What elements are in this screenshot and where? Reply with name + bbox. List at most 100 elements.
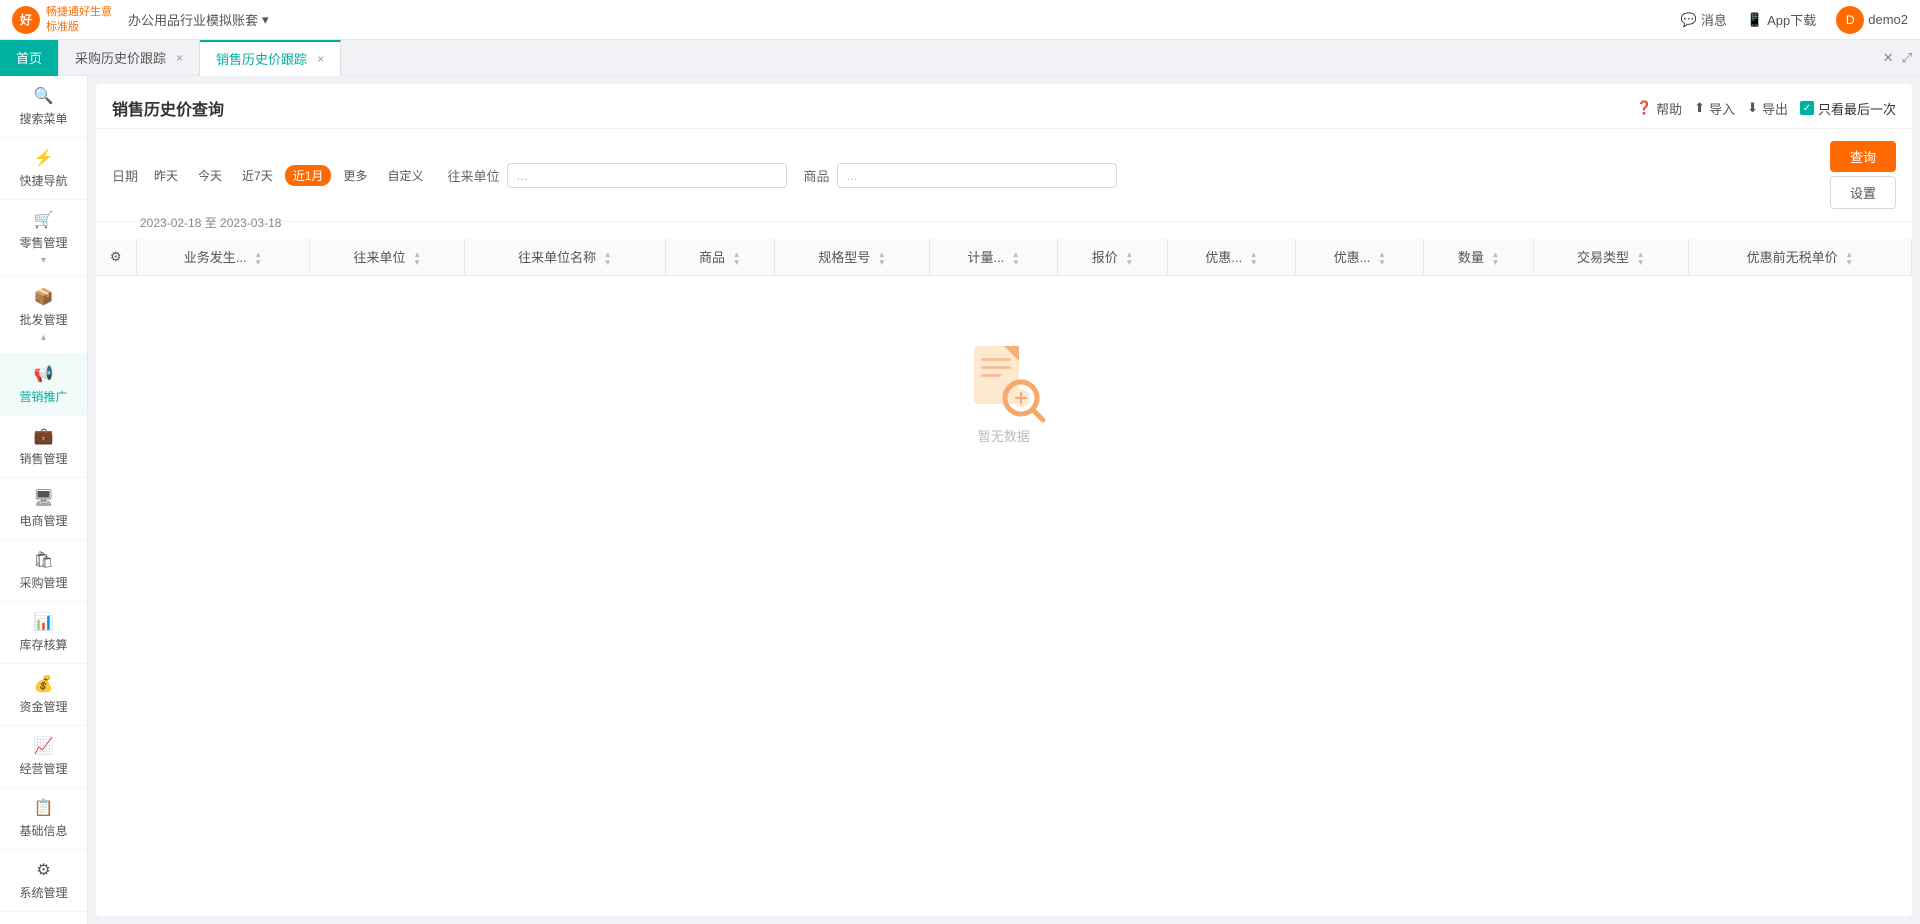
sidebar-item-inventory[interactable]: 📊 库存核算 bbox=[0, 602, 87, 664]
sort-icon: ▲▼ bbox=[1492, 251, 1500, 267]
sort-icon: ▲▼ bbox=[254, 251, 262, 267]
page-header-actions: ❓ 帮助 ⬆ 导入 ⬇ 导出 ✓ 只看最后一次 bbox=[1636, 99, 1896, 118]
import-button[interactable]: ⬆ 导入 bbox=[1694, 99, 1735, 118]
sidebar-item-sales-mgmt[interactable]: 💼 销售管理 bbox=[0, 416, 87, 478]
export-button[interactable]: ⬇ 导出 bbox=[1747, 99, 1788, 118]
sidebar-item-shortcut[interactable]: ⚡ 快捷导航 bbox=[0, 138, 87, 200]
tab-home[interactable]: 首页 bbox=[0, 40, 59, 76]
user-area[interactable]: D demo2 bbox=[1836, 6, 1908, 34]
sidebar-basic-label: 基础信息 bbox=[19, 822, 67, 839]
sidebar-item-operations[interactable]: 📈 经营管理 bbox=[0, 726, 87, 788]
date-opt-last1m[interactable]: 近1月 bbox=[285, 165, 332, 186]
sidebar-item-corp[interactable]: 🤝 企业协同 bbox=[0, 912, 87, 924]
tab-sales-history[interactable]: 销售历史价跟踪 × bbox=[200, 40, 341, 76]
col-product[interactable]: 商品 ▲▼ bbox=[665, 239, 774, 275]
sidebar-item-system[interactable]: ⚙ 系统管理 bbox=[0, 850, 87, 912]
table-header-row: ⚙ 业务发生... ▲▼ 往来单位 ▲▼ 往来单位名称 ▲ bbox=[96, 239, 1912, 275]
close-window-icon[interactable]: ✕ bbox=[1883, 50, 1894, 66]
company-selector[interactable]: 办公用品行业模拟账套 ▾ bbox=[120, 6, 277, 33]
sidebar-item-marketing[interactable]: 📢 营销推广 bbox=[0, 354, 87, 416]
sidebar-finance-label: 资金管理 bbox=[19, 698, 67, 715]
shortcut-icon: ⚡ bbox=[34, 148, 54, 168]
sidebar-retail-label: 零售管理 bbox=[19, 234, 67, 251]
header-right: 💬 消息 📱 App下载 D demo2 bbox=[1681, 6, 1908, 34]
col-biz-date[interactable]: 业务发生... ▲▼ bbox=[136, 239, 310, 275]
product-filter-group: 商品 ... bbox=[803, 163, 1117, 188]
app-download-action[interactable]: 📱 App下载 bbox=[1747, 10, 1816, 29]
message-action[interactable]: 💬 消息 bbox=[1681, 10, 1727, 29]
partner-input[interactable]: ... bbox=[507, 163, 787, 188]
col-discount1[interactable]: 优惠... ▲▼ bbox=[1167, 239, 1295, 275]
sidebar-item-retail[interactable]: 🛒 零售管理 ▾ bbox=[0, 200, 87, 277]
query-button[interactable]: 查询 bbox=[1830, 141, 1896, 172]
sidebar-purchase-label: 采购管理 bbox=[19, 574, 67, 591]
col-price[interactable]: 报价 ▲▼ bbox=[1058, 239, 1167, 275]
tab-bar: 首页 采购历史价跟踪 × 销售历史价跟踪 × ✕ ⤢ bbox=[0, 40, 1920, 76]
checkbox-checked-icon: ✓ bbox=[1800, 101, 1814, 115]
sort-icon: ▲▼ bbox=[1012, 251, 1020, 267]
filter-area: 日期 昨天 今天 近7天 近1月 更多 自定义 往来单位 ... bbox=[96, 129, 1912, 222]
sidebar-item-purchase[interactable]: 🛍 采购管理 bbox=[0, 540, 87, 602]
col-settings[interactable]: ⚙ bbox=[96, 239, 136, 275]
date-opt-custom[interactable]: 自定义 bbox=[379, 165, 431, 186]
home-tab-label: 首页 bbox=[16, 48, 42, 67]
tab-sales-history-close[interactable]: × bbox=[317, 52, 324, 66]
col-discount2[interactable]: 优惠... ▲▼ bbox=[1296, 239, 1424, 275]
empty-illustration bbox=[959, 336, 1049, 426]
wholesale-icon: 📦 bbox=[34, 287, 54, 307]
content-area: 销售历史价查询 ❓ 帮助 ⬆ 导入 ⬇ 导出 ✓ bbox=[88, 76, 1920, 924]
col-tax-free-price[interactable]: 优惠前无税单价 ▲▼ bbox=[1688, 239, 1911, 275]
sidebar-item-ecommerce[interactable]: 🖥 电商管理 bbox=[0, 478, 87, 540]
date-opt-today[interactable]: 今天 bbox=[190, 165, 230, 186]
sidebar-item-basic[interactable]: 📋 基础信息 bbox=[0, 788, 87, 850]
col-partner-name[interactable]: 往来单位名称 ▲▼ bbox=[465, 239, 665, 275]
sidebar-marketing-label: 营销推广 bbox=[19, 388, 67, 405]
col-unit[interactable]: 计量... ▲▼ bbox=[929, 239, 1057, 275]
date-opt-last7[interactable]: 近7天 bbox=[234, 165, 281, 186]
tab-purchase-history-close[interactable]: × bbox=[176, 51, 183, 65]
col-quantity[interactable]: 数量 ▲▼ bbox=[1424, 239, 1533, 275]
col-partner-code[interactable]: 往来单位 ▲▼ bbox=[310, 239, 465, 275]
sort-icon: ▲▼ bbox=[1637, 251, 1645, 267]
partner-filter-label: 往来单位 bbox=[447, 166, 499, 185]
top-header: 好 畅捷通好生意 标准版 办公用品行业模拟账套 ▾ 💬 消息 📱 App下载 D… bbox=[0, 0, 1920, 40]
logo-area: 好 畅捷通好生意 标准版 bbox=[12, 5, 112, 34]
date-opt-more[interactable]: 更多 bbox=[335, 165, 375, 186]
tab-purchase-history[interactable]: 采购历史价跟踪 × bbox=[59, 40, 200, 76]
sidebar-item-search[interactable]: 🔍 搜索菜单 bbox=[0, 76, 87, 138]
maximize-icon[interactable]: ⤢ bbox=[1902, 50, 1912, 66]
sidebar-ecommerce-label: 电商管理 bbox=[19, 512, 67, 529]
purchase-icon: 🛍 bbox=[33, 550, 53, 570]
sidebar-item-wholesale[interactable]: 📦 批发管理 ▴ bbox=[0, 277, 87, 354]
date-opt-yesterday[interactable]: 昨天 bbox=[146, 165, 186, 186]
page-header: 销售历史价查询 ❓ 帮助 ⬆ 导入 ⬇ 导出 ✓ bbox=[96, 84, 1912, 129]
sidebar-system-label: 系统管理 bbox=[19, 884, 67, 901]
settings-button[interactable]: 设置 bbox=[1830, 176, 1896, 209]
sort-icon: ▲▼ bbox=[1125, 251, 1133, 267]
product-input[interactable]: ... bbox=[837, 163, 1117, 188]
date-filter-label: 日期 bbox=[112, 166, 138, 185]
sidebar-operations-label: 经营管理 bbox=[19, 760, 67, 777]
only-last-checkbox-label[interactable]: ✓ 只看最后一次 bbox=[1800, 99, 1896, 118]
retail-icon: 🛒 bbox=[34, 210, 54, 230]
export-icon: ⬇ bbox=[1747, 100, 1758, 116]
finance-icon: 💰 bbox=[34, 674, 54, 694]
inventory-icon: 📊 bbox=[34, 612, 54, 632]
empty-row: 暂无数据 bbox=[96, 275, 1912, 505]
sidebar-sales-mgmt-label: 销售管理 bbox=[19, 450, 67, 467]
basic-icon: 📋 bbox=[34, 798, 54, 818]
purchase-history-tab-label: 采购历史价跟踪 bbox=[75, 48, 166, 67]
sidebar-shortcut-label: 快捷导航 bbox=[19, 172, 67, 189]
message-icon: 💬 bbox=[1681, 12, 1697, 28]
sales-mgmt-icon: 💼 bbox=[34, 426, 54, 446]
sort-icon: ▲▼ bbox=[878, 251, 886, 267]
sort-icon: ▲▼ bbox=[1845, 251, 1853, 267]
col-spec[interactable]: 规格型号 ▲▼ bbox=[775, 239, 930, 275]
sort-icon: ▲▼ bbox=[1378, 251, 1386, 267]
help-button[interactable]: ❓ 帮助 bbox=[1636, 99, 1682, 118]
chevron-up-icon: ▴ bbox=[41, 332, 46, 343]
sidebar-item-finance[interactable]: 💰 资金管理 bbox=[0, 664, 87, 726]
header-left: 好 畅捷通好生意 标准版 办公用品行业模拟账套 ▾ bbox=[12, 5, 277, 34]
col-trade-type[interactable]: 交易类型 ▲▼ bbox=[1533, 239, 1688, 275]
main-layout: 🔍 搜索菜单 ⚡ 快捷导航 🛒 零售管理 ▾ 📦 批发管理 ▴ 📢 营销推广 💼… bbox=[0, 76, 1920, 924]
